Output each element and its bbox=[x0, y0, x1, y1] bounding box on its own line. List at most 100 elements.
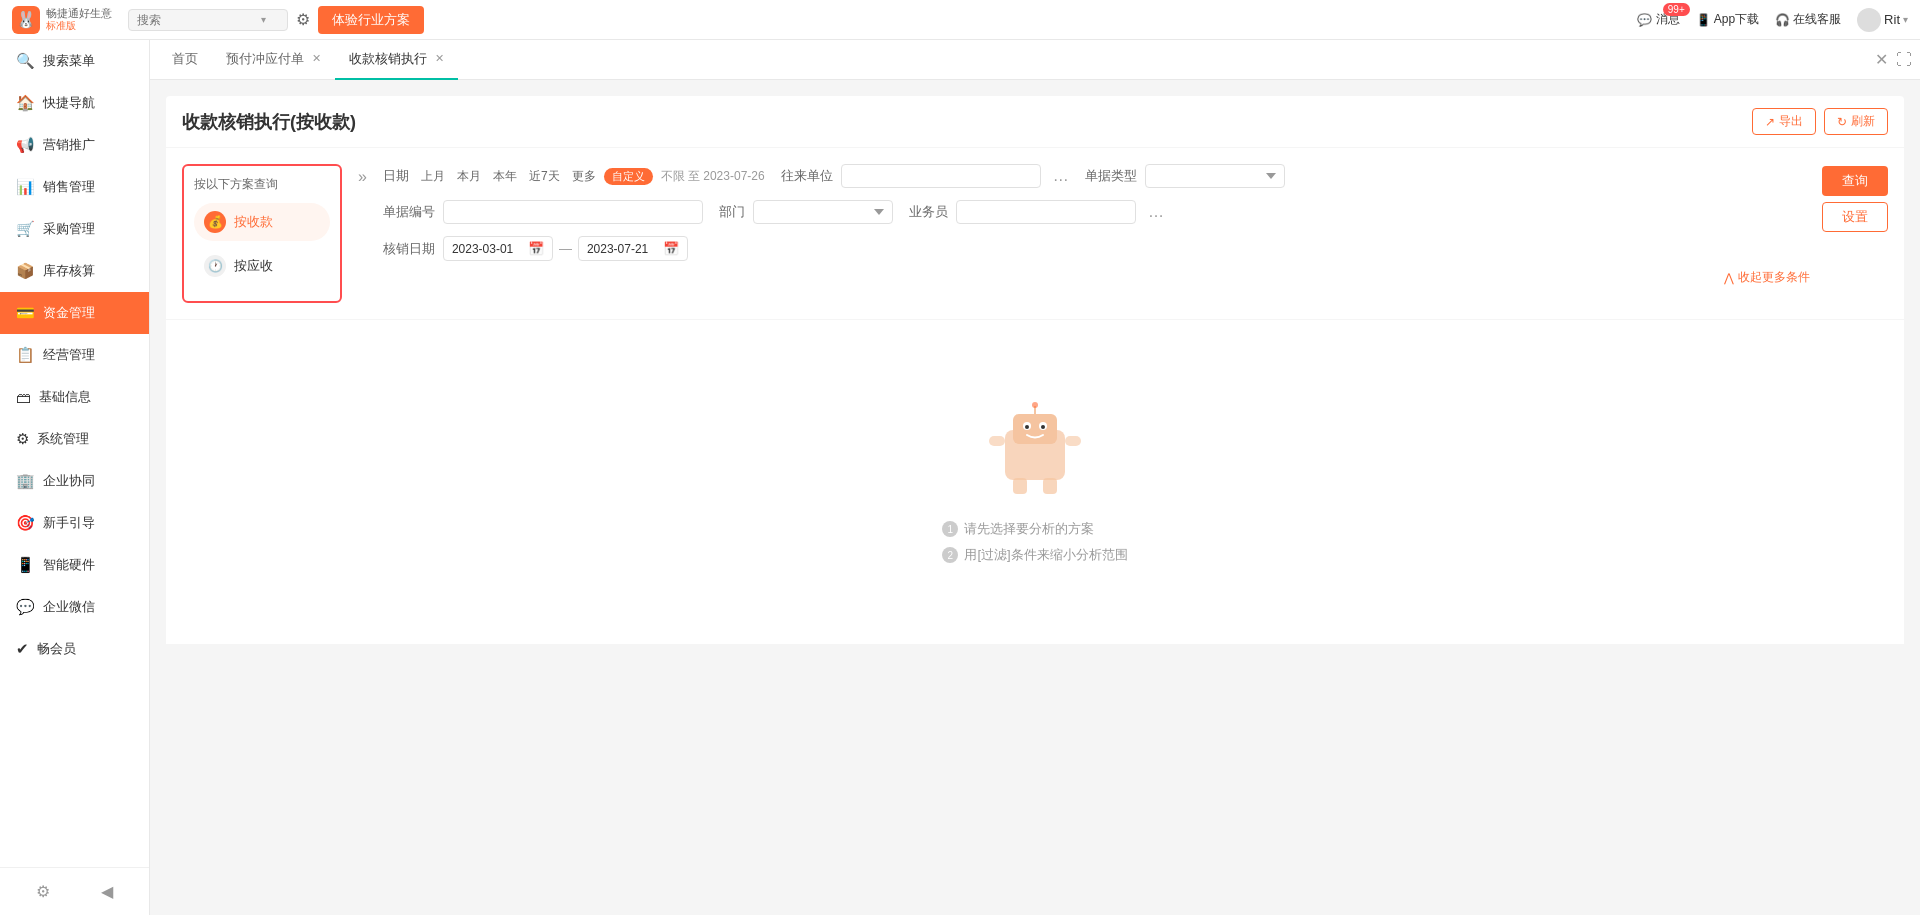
solution-button[interactable]: 体验行业方案 bbox=[318, 6, 424, 34]
empty-hint-2: 2 用[过滤]条件来缩小分析范围 bbox=[942, 546, 1127, 564]
sidebar: 🔍 搜索菜单 🏠 快捷导航 📢 营销推广 📊 销售管理 🛒 采购管理 📦 库存核… bbox=[0, 40, 150, 915]
empty-hint-1: 1 请先选择要分析的方案 bbox=[942, 520, 1127, 538]
sidebar-item-vip[interactable]: ✔ 畅会员 bbox=[0, 628, 149, 670]
sidebar-item-marketing[interactable]: 📢 营销推广 bbox=[0, 124, 149, 166]
system-icon: ⚙ bbox=[16, 430, 29, 448]
receivable-icon: 🕐 bbox=[204, 255, 226, 277]
enterprise-icon: 🏢 bbox=[16, 472, 35, 490]
message-button[interactable]: 💬 消息 99+ bbox=[1637, 11, 1680, 28]
verify-date-from[interactable]: 2023-03-01 📅 bbox=[443, 236, 553, 261]
gear-icon[interactable]: ⚙ bbox=[296, 10, 310, 29]
counterpart-more-icon[interactable]: … bbox=[1053, 167, 1069, 185]
tab-receipt-close[interactable]: ✕ bbox=[435, 52, 444, 65]
empty-robot-svg bbox=[975, 400, 1095, 500]
date-7days-btn[interactable]: 近7天 bbox=[525, 166, 564, 187]
headset-icon: 🎧 bbox=[1775, 13, 1790, 27]
app-download-button[interactable]: 📱 App下载 bbox=[1696, 11, 1759, 28]
refresh-icon: ↻ bbox=[1837, 115, 1847, 129]
receipt-icon: 💰 bbox=[204, 211, 226, 233]
step-2-badge: 2 bbox=[942, 547, 958, 563]
collapse-icon: ⋀ bbox=[1724, 271, 1734, 285]
purchase-icon: 🛒 bbox=[16, 220, 35, 238]
empty-state: 1 请先选择要分析的方案 2 用[过滤]条件来缩小分析范围 bbox=[166, 320, 1904, 644]
topbar: 🐰 畅捷通好生意 标准版 ▾ ⚙ 体验行业方案 💬 消息 99+ 📱 App下载… bbox=[0, 0, 1920, 40]
sidebar-item-finance[interactable]: 💳 资金管理 bbox=[0, 292, 149, 334]
filter-scheme-panel: 按以下方案查询 💰 按收款 🕐 按应收 bbox=[182, 164, 342, 303]
logo-area: 🐰 畅捷通好生意 标准版 bbox=[12, 6, 112, 34]
date-this-month-btn[interactable]: 本月 bbox=[453, 166, 485, 187]
sidebar-item-system[interactable]: ⚙ 系统管理 bbox=[0, 418, 149, 460]
svg-rect-9 bbox=[1065, 436, 1081, 446]
billtype-select[interactable] bbox=[1145, 164, 1285, 188]
sidebar-bottom: ⚙ ◀ bbox=[0, 867, 149, 915]
tab-home[interactable]: 首页 bbox=[158, 40, 212, 80]
tab-prepay-close[interactable]: ✕ bbox=[312, 52, 321, 65]
sidebar-item-shortcut[interactable]: 🏠 快捷导航 bbox=[0, 82, 149, 124]
query-button[interactable]: 查询 bbox=[1822, 166, 1888, 196]
home-icon: 🏠 bbox=[16, 94, 35, 112]
sidebar-item-enterprise[interactable]: 🏢 企业协同 bbox=[0, 460, 149, 502]
tab-prepay[interactable]: 预付冲应付单 ✕ bbox=[212, 40, 335, 80]
sidebar-item-hardware[interactable]: 📱 智能硬件 bbox=[0, 544, 149, 586]
svg-point-4 bbox=[1025, 425, 1029, 429]
filter-staff-field: 业务员 … bbox=[909, 200, 1164, 224]
sidebar-item-search[interactable]: 🔍 搜索菜单 bbox=[0, 40, 149, 82]
dept-select[interactable] bbox=[753, 200, 893, 224]
filter-panel: 按以下方案查询 💰 按收款 🕐 按应收 » bbox=[166, 148, 1904, 319]
close-window-icon[interactable]: ✕ bbox=[1875, 50, 1888, 69]
date-more-btn[interactable]: 更多 bbox=[568, 166, 600, 187]
search-area[interactable]: ▾ bbox=[128, 9, 288, 31]
calendar-to-icon[interactable]: 📅 bbox=[663, 241, 679, 256]
calendar-from-icon[interactable]: 📅 bbox=[528, 241, 544, 256]
expand-window-icon[interactable]: ⛶ bbox=[1896, 51, 1912, 69]
filter-collapse-arrow[interactable]: » bbox=[354, 164, 371, 303]
search-input[interactable] bbox=[137, 13, 257, 27]
date-quick-buttons: 上月 本月 本年 近7天 更多 自定义 bbox=[417, 166, 653, 187]
user-menu[interactable]: Rit ▾ bbox=[1857, 8, 1908, 32]
setting-button[interactable]: 设置 bbox=[1822, 202, 1888, 232]
wechat-icon: 💬 bbox=[16, 598, 35, 616]
sidebar-item-operations[interactable]: 📋 经营管理 bbox=[0, 334, 149, 376]
app-logo: 🐰 bbox=[12, 6, 40, 34]
svg-rect-8 bbox=[989, 436, 1005, 446]
brand-name: 畅捷通好生意 标准版 bbox=[46, 7, 112, 32]
refresh-button[interactable]: ↻ 刷新 bbox=[1824, 108, 1888, 135]
date-last-month-btn[interactable]: 上月 bbox=[417, 166, 449, 187]
page-header: 收款核销执行(按收款) ↗ 导出 ↻ 刷新 bbox=[166, 96, 1904, 147]
export-button[interactable]: ↗ 导出 bbox=[1752, 108, 1816, 135]
sidebar-item-wechat[interactable]: 💬 企业微信 bbox=[0, 586, 149, 628]
online-service-button[interactable]: 🎧 在线客服 bbox=[1775, 11, 1841, 28]
filter-option-by-receipt[interactable]: 💰 按收款 bbox=[194, 203, 330, 241]
tab-receipt[interactable]: 收款核销执行 ✕ bbox=[335, 40, 458, 80]
filter-row-3: 核销日期 2023-03-01 📅 — 2023-07-21 bbox=[383, 236, 1810, 261]
sidebar-collapse-icon[interactable]: ◀ bbox=[97, 878, 117, 905]
billno-input[interactable] bbox=[443, 200, 703, 224]
collapse-more-btn[interactable]: ⋀ 收起更多条件 bbox=[383, 261, 1810, 286]
sidebar-settings-icon[interactable]: ⚙ bbox=[32, 878, 54, 905]
billtype-label: 单据类型 bbox=[1085, 167, 1137, 185]
date-this-year-btn[interactable]: 本年 bbox=[489, 166, 521, 187]
date-custom-badge[interactable]: 自定义 bbox=[604, 168, 653, 185]
sidebar-item-purchase[interactable]: 🛒 采购管理 bbox=[0, 208, 149, 250]
export-icon: ↗ bbox=[1765, 115, 1775, 129]
sidebar-item-sales[interactable]: 📊 销售管理 bbox=[0, 166, 149, 208]
filter-date-field: 日期 上月 本月 本年 近7天 更多 自定义 不 bbox=[383, 166, 765, 187]
sidebar-item-inventory[interactable]: 📦 库存核算 bbox=[0, 250, 149, 292]
svg-point-5 bbox=[1041, 425, 1045, 429]
sidebar-item-guide[interactable]: 🎯 新手引导 bbox=[0, 502, 149, 544]
counterpart-input[interactable] bbox=[841, 164, 1041, 188]
staff-input[interactable] bbox=[956, 200, 1136, 224]
filter-row-1: 日期 上月 本月 本年 近7天 更多 自定义 不 bbox=[383, 164, 1810, 188]
svg-point-11 bbox=[1032, 402, 1038, 408]
sidebar-item-basic[interactable]: 🗃 基础信息 bbox=[0, 376, 149, 418]
guide-icon: 🎯 bbox=[16, 514, 35, 532]
staff-more-icon[interactable]: … bbox=[1148, 203, 1164, 221]
verify-date-to[interactable]: 2023-07-21 📅 bbox=[578, 236, 688, 261]
verify-date-label: 核销日期 bbox=[383, 240, 435, 258]
chevron-down-icon: ▾ bbox=[261, 14, 266, 25]
filter-dept-field: 部门 bbox=[719, 200, 893, 224]
dept-label: 部门 bbox=[719, 203, 745, 221]
filter-option-by-receivable[interactable]: 🕐 按应收 bbox=[194, 247, 330, 285]
operations-icon: 📋 bbox=[16, 346, 35, 364]
svg-rect-6 bbox=[1013, 478, 1027, 494]
